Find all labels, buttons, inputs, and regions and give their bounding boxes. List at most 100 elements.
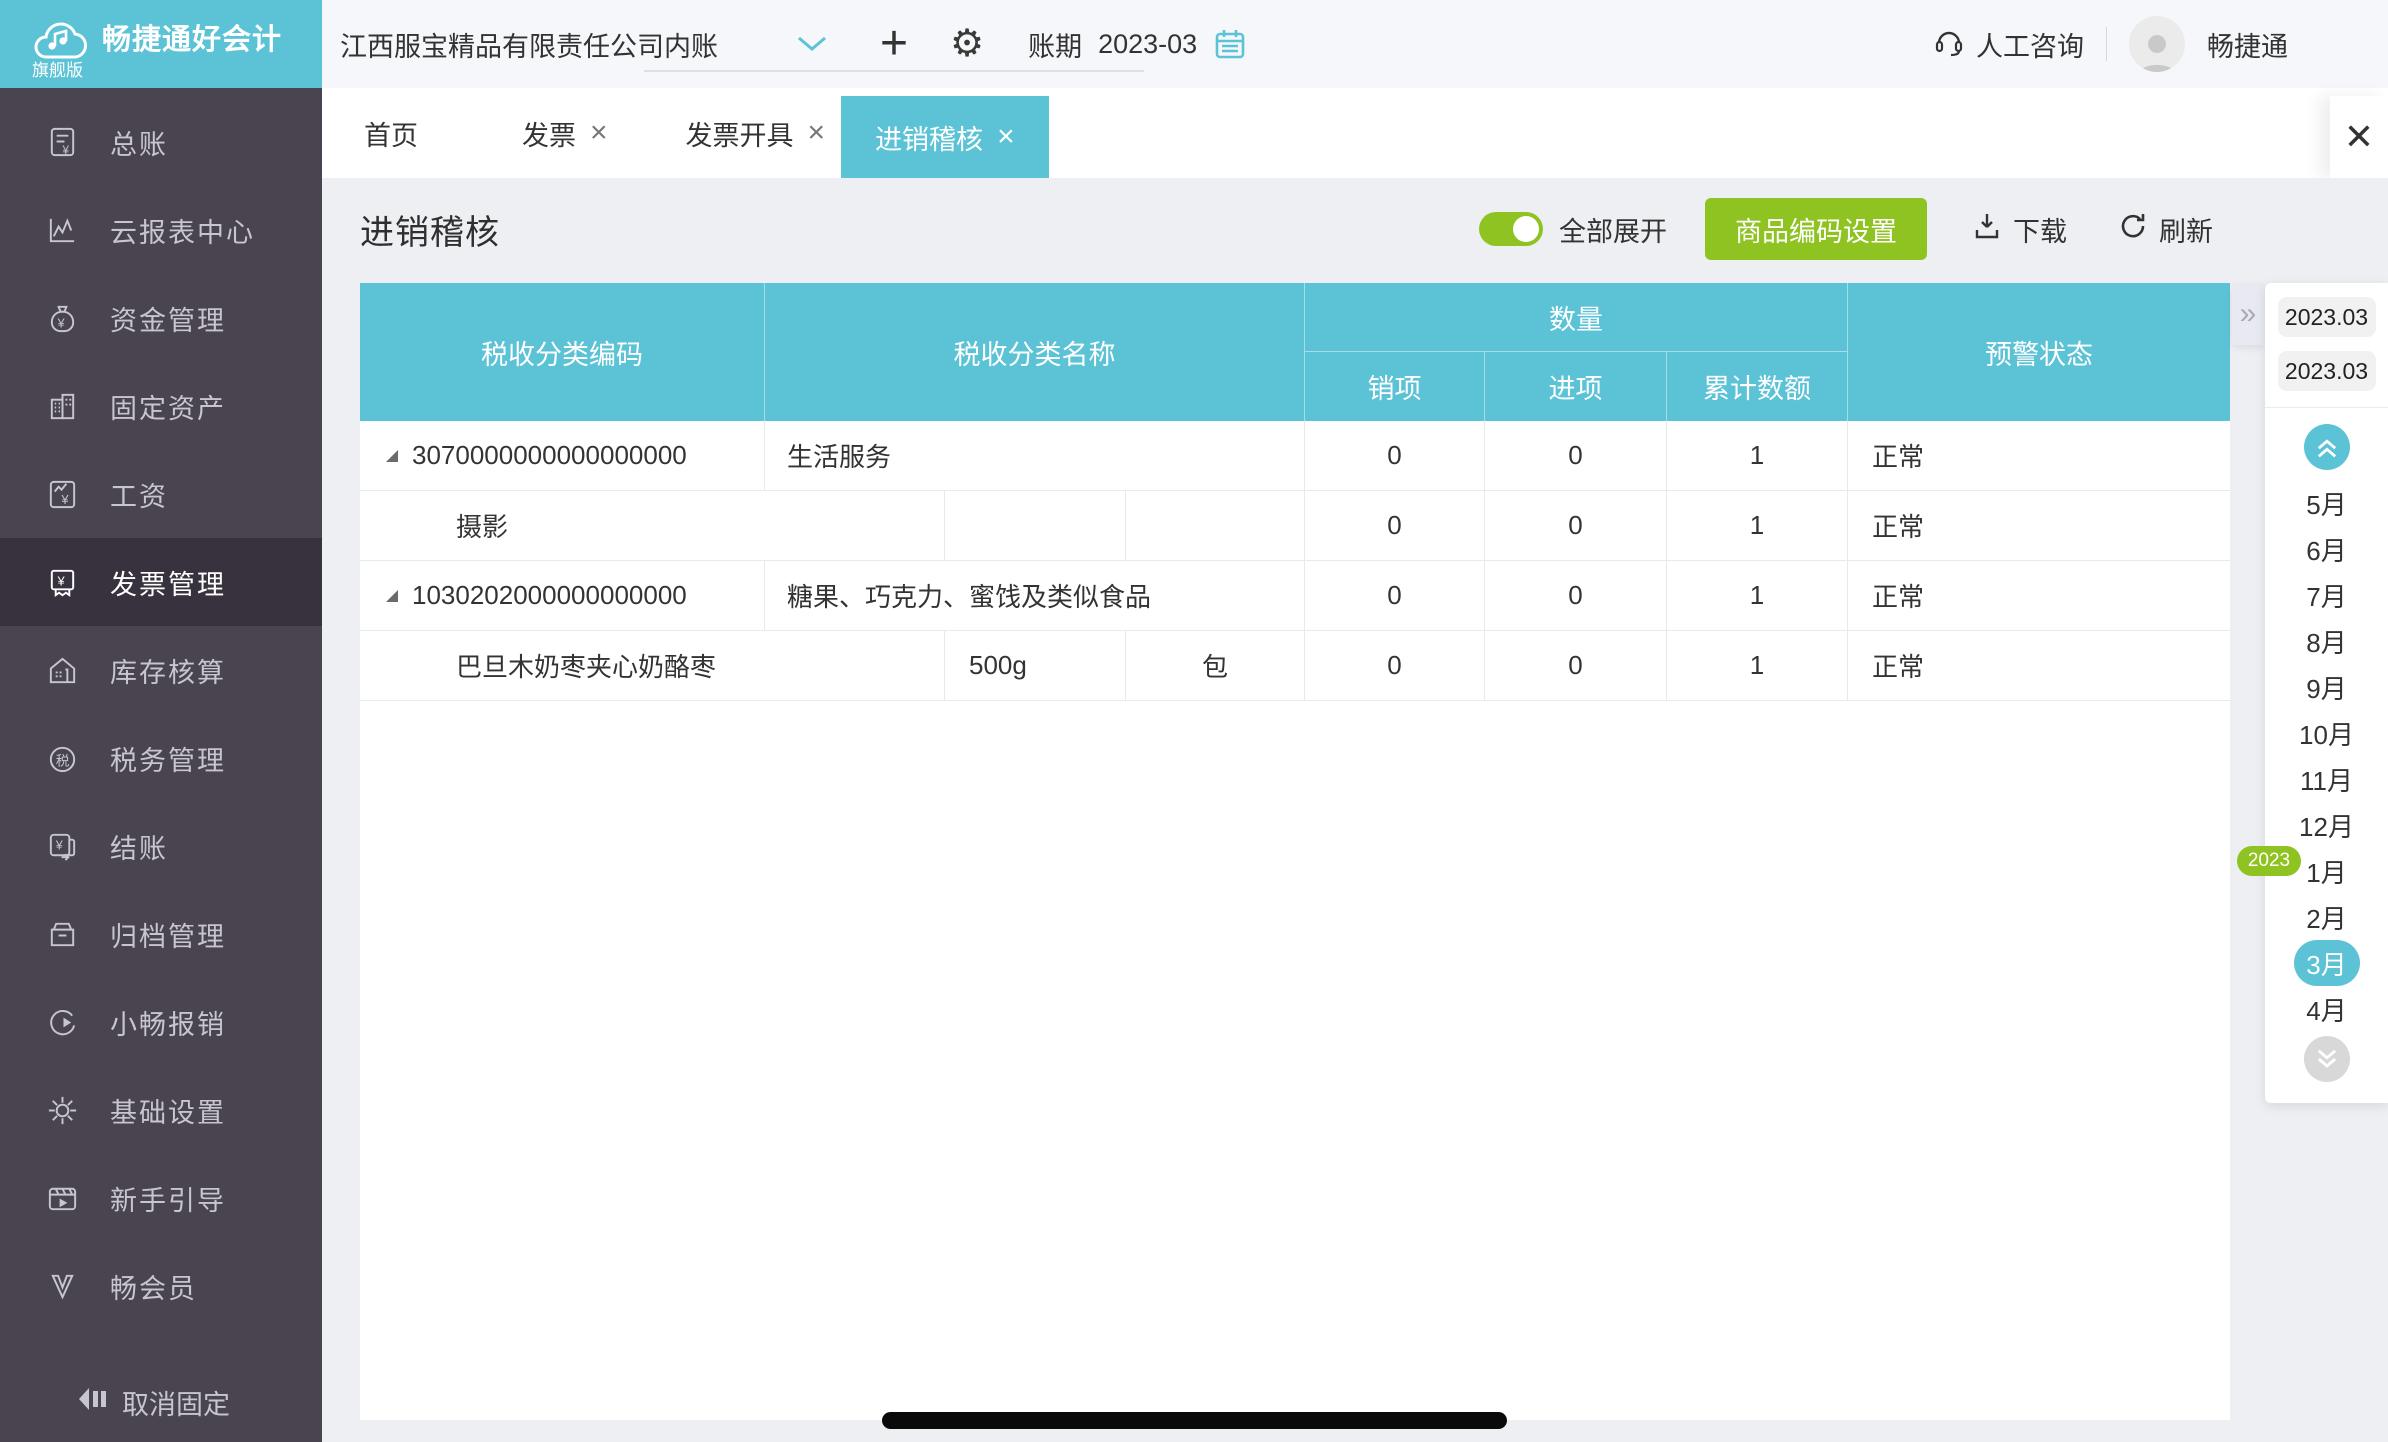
sidebar-item-label: 新手引导 [110, 1185, 226, 1216]
download-label: 下载 [2013, 216, 2067, 247]
expand-toggle[interactable] [386, 589, 398, 602]
month-item-9月[interactable]: 9月 [2294, 664, 2360, 710]
refresh-label: 刷新 [2159, 216, 2213, 247]
sidebar-item-tax[interactable]: 税 税务管理 [0, 714, 322, 802]
headset-icon [1932, 24, 1966, 65]
refresh-button[interactable]: 刷新 [2111, 209, 2219, 250]
cell-unit [1126, 491, 1305, 560]
add-button[interactable]: + [880, 20, 908, 68]
cell-tax-name: 糖果、巧克力、蜜饯及类似食品 [765, 561, 1305, 630]
sidebar-item-label: 归档管理 [110, 921, 226, 952]
brand-name: 畅捷通好会计 [102, 24, 283, 56]
refresh-icon [2117, 210, 2149, 249]
svg-text:¥: ¥ [56, 574, 65, 588]
sidebar-item-invoice-mgmt[interactable]: ¥ 发票管理 [0, 538, 322, 626]
sidebar-item-cloud-reports[interactable]: 云报表中心 [0, 186, 322, 274]
cell-total-qty: 1 [1667, 421, 1848, 490]
year-badge: 2023 [2237, 846, 2301, 876]
brand-edition: 旗舰版 [32, 61, 83, 80]
cell-sales-qty: 0 [1305, 631, 1485, 700]
month-item-6月[interactable]: 6月 [2294, 526, 2360, 572]
header-purchase: 进项 [1485, 352, 1667, 421]
sidebar-item-settings[interactable]: 基础设置 [0, 1066, 322, 1154]
tab-close-icon[interactable]: × [997, 122, 1015, 152]
archive-icon [44, 916, 80, 952]
month-item-8月[interactable]: 8月 [2294, 618, 2360, 664]
cell-alert-status: 正常 [1872, 652, 1925, 682]
sidebar-item-archive[interactable]: 归档管理 [0, 890, 322, 978]
audit-table: 税收分类编码 税收分类名称 数量 销项 进项 累计数额 预警状态 3070000… [360, 283, 2230, 1420]
tab-invoice-issue[interactable]: 发票开具 × [678, 114, 834, 153]
username[interactable]: 畅捷通 [2207, 25, 2288, 64]
period-pill-start[interactable]: 2023.03 [2277, 297, 2376, 337]
topbar: 江西服宝精品有限责任公司内账 + ⚙ 账期 2023-03 人工咨询 畅捷通 [322, 0, 2388, 88]
month-label: 5月 [2306, 489, 2347, 520]
scroll-up-button[interactable] [2303, 424, 2350, 470]
support-label: 人工咨询 [1976, 31, 2084, 62]
month-item-5月[interactable]: 5月 [2294, 480, 2360, 526]
sidebar-item-label: 结账 [110, 833, 168, 864]
tab-home[interactable]: 首页 [356, 114, 426, 153]
cell-alert-status: 正常 [1872, 512, 1925, 542]
unpin-icon [76, 1384, 110, 1421]
sidebar-item-closing[interactable]: ¥ 结账 [0, 802, 322, 890]
table-body: 3070000000000000000 生活服务 0 0 1 正常 摄影 0 0 1 正常 10302… [360, 421, 2230, 701]
svg-text:¥: ¥ [54, 838, 63, 852]
calendar-icon[interactable] [1213, 27, 1247, 61]
invoice-icon: ¥ [44, 564, 80, 600]
table-row: 巴旦木奶枣夹心奶酪枣 500g 包 0 0 1 正常 [360, 631, 2230, 701]
month-item-2月[interactable]: 2月 [2294, 894, 2360, 940]
month-item-7月[interactable]: 7月 [2294, 572, 2360, 618]
sidebar-item-funds[interactable]: ¥ 资金管理 [0, 274, 322, 362]
sidebar-item-member[interactable]: 畅会员 [0, 1242, 322, 1330]
rail-divider [2265, 407, 2388, 408]
main-content: 进销稽核 全部展开 商品编码设置 下载 刷新 税收分类编码 税收分类名称 数量 … [322, 178, 2388, 1442]
month-label: 12月 [2299, 811, 2354, 842]
month-item-3月[interactable]: 3月 [2293, 940, 2360, 986]
tax-icon: 税 [44, 740, 80, 776]
product-code-settings-button[interactable]: 商品编码设置 [1705, 198, 1927, 260]
support-button[interactable]: 人工咨询 [1932, 24, 2084, 65]
download-button[interactable]: 下载 [1965, 209, 2073, 250]
month-item-12月[interactable]: 12月 [2294, 802, 2360, 848]
expand-all-toggle[interactable] [1479, 212, 1543, 246]
sidebar-item-guide[interactable]: 新手引导 [0, 1154, 322, 1242]
month-item-10月[interactable]: 10月 [2294, 710, 2360, 756]
month-item-1月[interactable]: 1月 [2294, 848, 2360, 894]
close-all-button[interactable]: ✕ [2330, 96, 2388, 178]
month-label: 8月 [2306, 627, 2347, 658]
tab-close-icon[interactable]: × [808, 118, 826, 148]
sidebar-item-label: 税务管理 [110, 745, 226, 776]
unpin-label: 取消固定 [122, 1390, 230, 1420]
period-value[interactable]: 2023-03 [1098, 29, 1197, 60]
tab-label: 进销稽核 [875, 124, 984, 155]
tab-close-icon[interactable]: × [590, 118, 608, 148]
tab-label: 发票开具 [685, 120, 794, 151]
tab-purchase-sale-audit[interactable]: 进销稽核 × [841, 96, 1049, 178]
month-item-11月[interactable]: 11月 [2294, 756, 2360, 802]
avatar[interactable] [2129, 16, 2185, 72]
expand-toggle[interactable] [386, 449, 398, 462]
rail-collapse-handle[interactable]: » [2232, 283, 2264, 345]
gear-icon[interactable]: ⚙ [950, 24, 984, 64]
cell-purchase-qty: 0 [1485, 561, 1667, 630]
payroll-icon: ¥ [44, 476, 80, 512]
period-pill-end[interactable]: 2023.03 [2277, 351, 2376, 391]
topbar-divider [2106, 27, 2107, 61]
header-quantity-group: 数量 销项 进项 累计数额 [1305, 283, 1848, 421]
scroll-down-button[interactable] [2303, 1036, 2350, 1082]
tabs: 首页 发票 × 发票开具 × 进销稽核 × [322, 88, 2388, 178]
sidebar-item-reimburse[interactable]: 小畅报销 [0, 978, 322, 1066]
company-selector[interactable]: 江西服宝精品有限责任公司内账 [340, 25, 828, 64]
sidebar-item-general-ledger[interactable]: ¥ 总账 [0, 98, 322, 186]
cell-alert-status: 正常 [1872, 582, 1925, 612]
unpin-sidebar-button[interactable]: 取消固定 [0, 1383, 322, 1422]
month-item-4月[interactable]: 4月 [2294, 986, 2360, 1032]
tab-label: 发票 [522, 120, 576, 151]
sidebar-item-inventory[interactable]: 库存核算 [0, 626, 322, 714]
tab-invoice[interactable]: 发票 × [514, 114, 616, 153]
home-indicator[interactable] [882, 1412, 1507, 1429]
sidebar-item-payroll[interactable]: ¥ 工资 [0, 450, 322, 538]
sidebar-item-fixed-assets[interactable]: 固定资产 [0, 362, 322, 450]
expand-all-label: 全部展开 [1559, 216, 1667, 247]
